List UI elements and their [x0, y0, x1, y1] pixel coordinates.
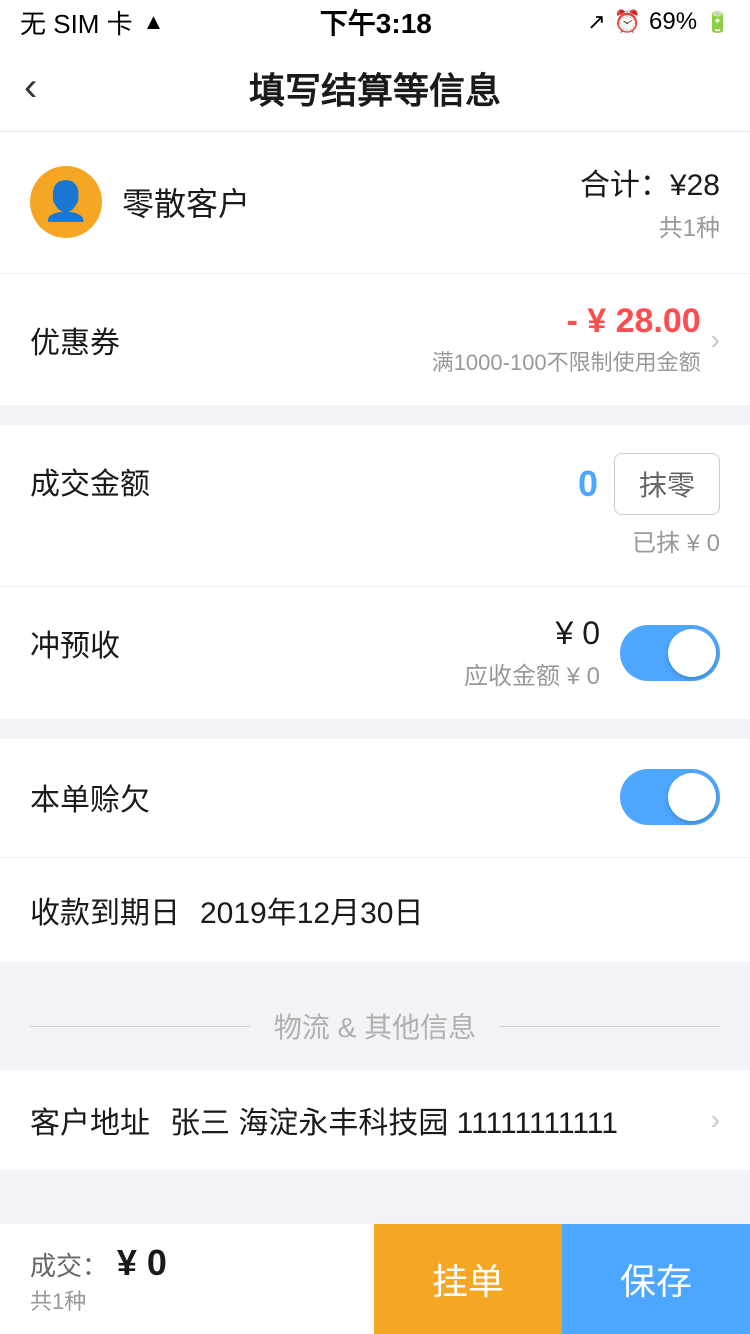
customer-row: 👤 零散客户 合计：¥28 共1种: [0, 132, 750, 271]
prepayment-amount: ¥ 0: [464, 615, 600, 652]
coupon-right-content: - ¥ 28.00 满1000-100不限制使用金额: [432, 302, 701, 377]
prepayment-row: 冲预收 ¥ 0 应收金额 ¥ 0: [0, 587, 750, 719]
wifi-icon: ▲: [143, 9, 165, 35]
total-label: 合计：¥28: [580, 160, 720, 204]
status-left: 无 SIM 卡 ▲: [20, 4, 164, 41]
logistics-line-right: [500, 1026, 720, 1027]
due-date-label: 收款到期日: [30, 888, 180, 932]
address-label: 客户地址: [30, 1098, 150, 1142]
customer-card: 👤 零散客户 合计：¥28 共1种 优惠券 - ¥ 28.00 满1000-10…: [0, 132, 750, 405]
debt-row: 本单赊欠: [0, 739, 750, 855]
prepayment-sub: 应收金额 ¥ 0: [464, 656, 600, 691]
logistics-section-label: 物流 & 其他信息: [250, 1006, 500, 1046]
page-title: 填写结算等信息: [249, 62, 501, 114]
address-row: 客户地址 张三 海淀永丰科技园 11111111111 ›: [0, 1070, 750, 1170]
due-date-value: 2019年12月30日: [200, 888, 423, 932]
status-right: ↗ ⏰ 69% 🔋: [587, 8, 730, 36]
deal-amount-row: 成交金额 抹零 已抹 ¥ 0: [0, 425, 750, 587]
address-value: 张三 海淀永丰科技园 11111111111: [170, 1098, 701, 1142]
customer-avatar: 👤: [30, 166, 102, 238]
coupon-amount: - ¥ 28.00: [432, 302, 701, 341]
prepayment-label: 冲预收: [30, 615, 120, 665]
chevron-right-icon: ›: [711, 324, 720, 356]
bottom-count: 共1种: [30, 1284, 344, 1316]
debt-toggle[interactable]: [620, 769, 720, 825]
save-button[interactable]: 保存: [562, 1224, 750, 1334]
status-bar: 无 SIM 卡 ▲ 下午3:18 ↗ ⏰ 69% 🔋: [0, 0, 750, 44]
debt-toggle-knob: [668, 773, 716, 821]
bottom-bar: 成交： ¥ 0 共1种 挂单 保存: [0, 1224, 750, 1334]
alarm-icon: ⏰: [614, 9, 641, 35]
bottom-summary: 成交： ¥ 0 共1种: [0, 1242, 374, 1316]
status-time: 下午3:18: [320, 2, 432, 42]
toggle-knob: [668, 629, 716, 677]
bottom-deal-label: 成交：: [30, 1251, 108, 1281]
page-content: 👤 零散客户 合计：¥28 共1种 优惠券 - ¥ 28.00 满1000-10…: [0, 132, 750, 1300]
address-chevron-icon: ›: [711, 1104, 720, 1136]
logistics-line-left: [30, 1026, 250, 1027]
avatar-icon: 👤: [42, 180, 89, 224]
nav-bar: ‹ 填写结算等信息: [0, 44, 750, 132]
back-button[interactable]: ‹: [24, 65, 37, 110]
debt-label: 本单赊欠: [30, 775, 150, 819]
due-date-row: 收款到期日 2019年12月30日: [0, 857, 750, 962]
location-icon: ↗: [587, 9, 605, 35]
deal-card: 成交金额 抹零 已抹 ¥ 0 冲预收 ¥ 0 应收金额 ¥ 0: [0, 425, 750, 719]
prepayment-toggle[interactable]: [620, 625, 720, 681]
logistics-divider: 物流 & 其他信息: [0, 982, 750, 1070]
battery-text: 69%: [649, 8, 697, 36]
deal-amount-sub: 已抹 ¥ 0: [632, 523, 720, 558]
debt-card: 本单赊欠 收款到期日 2019年12月30日: [0, 739, 750, 962]
customer-left: 👤 零散客户: [30, 166, 250, 238]
coupon-desc: 满1000-100不限制使用金额: [432, 345, 701, 377]
coupon-right: - ¥ 28.00 满1000-100不限制使用金额 ›: [432, 302, 720, 377]
hang-order-button[interactable]: 挂单: [374, 1224, 562, 1334]
bottom-deal-amount: ¥ 0: [117, 1242, 167, 1283]
total-count: 共1种: [580, 208, 720, 243]
bottom-deal-line: 成交： ¥ 0: [30, 1242, 344, 1284]
deal-amount-label: 成交金额: [30, 453, 150, 503]
deal-amount-value-area: 抹零: [518, 453, 720, 515]
customer-right: 合计：¥28 共1种: [580, 160, 720, 243]
deal-amount-input[interactable]: [518, 463, 598, 505]
round-zero-button[interactable]: 抹零: [614, 453, 720, 515]
address-card[interactable]: 客户地址 张三 海淀永丰科技园 11111111111 ›: [0, 1070, 750, 1170]
coupon-label: 优惠券: [30, 318, 120, 362]
battery-icon: 🔋: [705, 10, 730, 35]
coupon-row[interactable]: 优惠券 - ¥ 28.00 满1000-100不限制使用金额 ›: [0, 273, 750, 405]
carrier-text: 无 SIM 卡: [20, 4, 133, 41]
customer-name: 零散客户: [122, 179, 250, 225]
